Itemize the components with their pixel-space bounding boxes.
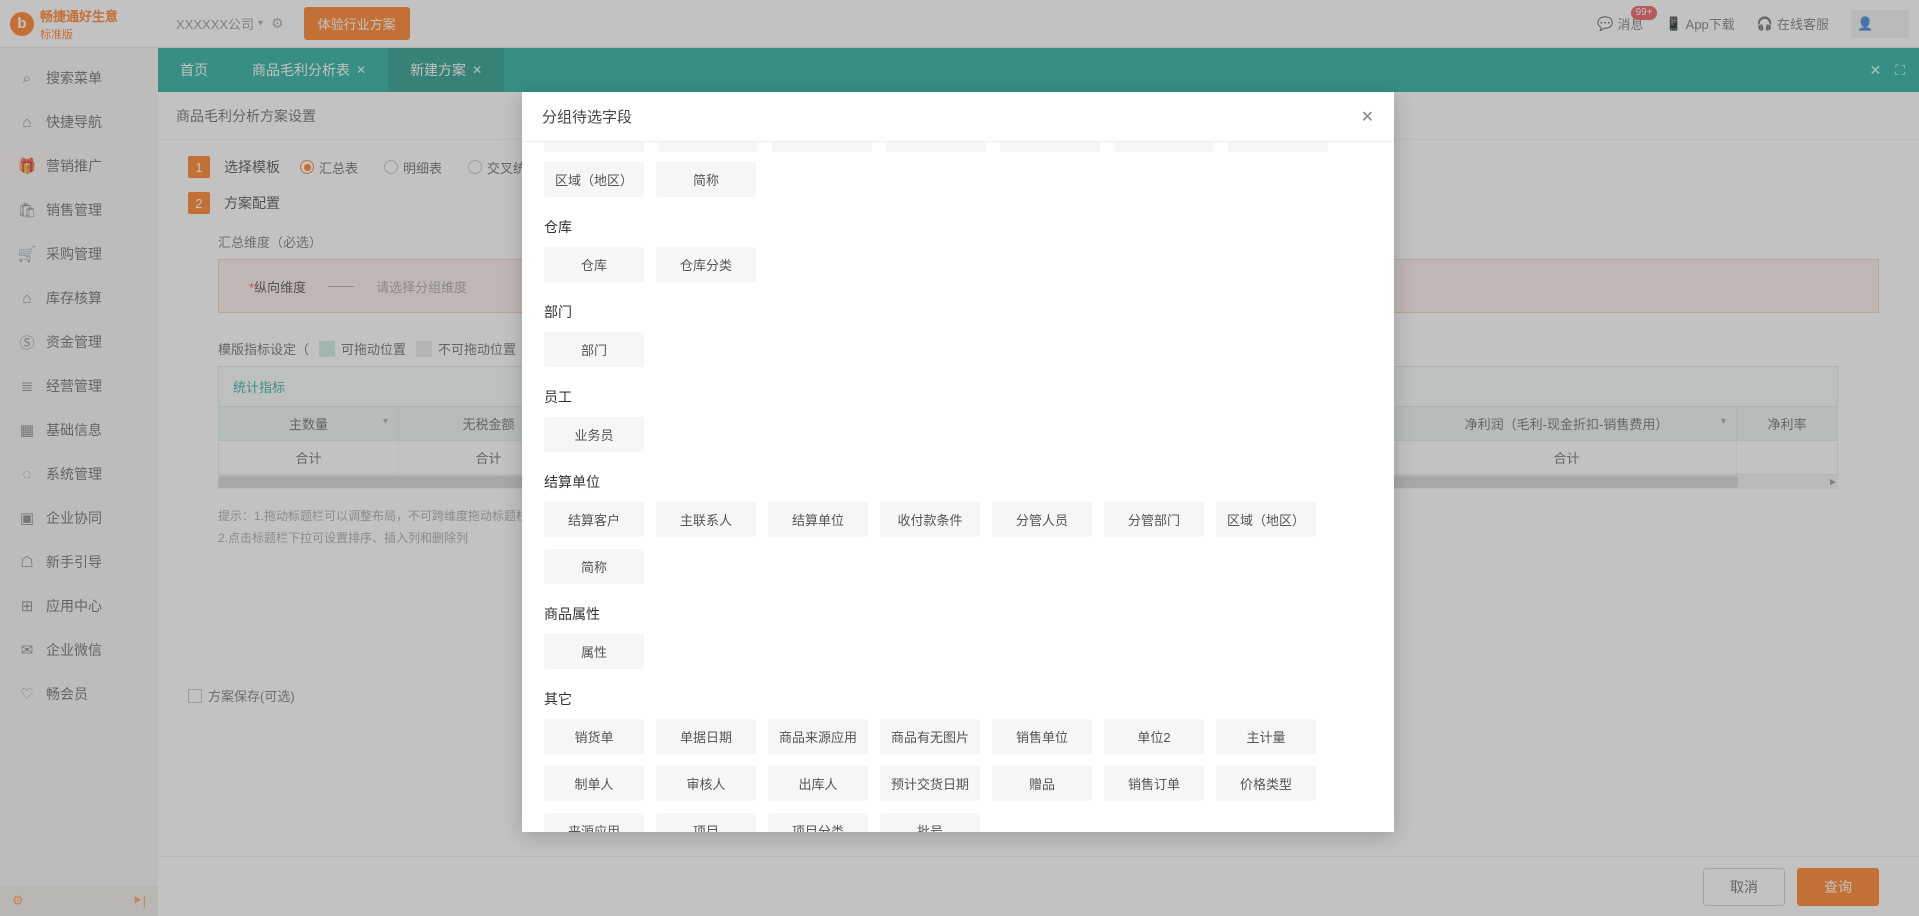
field-row: 销货单单据日期商品来源应用商品有无图片销售单位单位2 主计量制单人审核人出库人预计… [544, 719, 1372, 832]
modal-title: 分组待选字段 [542, 106, 632, 127]
field-option[interactable]: 区域（地区） [544, 162, 644, 197]
field-option[interactable]: 简称 [656, 162, 756, 197]
field-picker-modal: 分组待选字段 ✕ 户户分类分管部门分管人员主联系人主联系人往来单位 区域（地区）… [522, 92, 1394, 832]
field-option[interactable]: 主联系人 [656, 502, 756, 537]
field-option[interactable]: 销售订单 [1104, 766, 1204, 801]
field-option[interactable]: 预计交货日期 [880, 766, 980, 801]
field-option[interactable]: 赠品 [992, 766, 1092, 801]
field-option[interactable]: 结算客户 [544, 502, 644, 537]
field-row: 业务员 [544, 417, 1372, 452]
field-option[interactable]: 仓库分类 [656, 247, 756, 282]
field-option[interactable]: 仓库 [544, 247, 644, 282]
field-option[interactable]: 主联系人 [1000, 142, 1100, 152]
field-option[interactable]: 分管部门 [772, 142, 872, 152]
field-option[interactable]: 属性 [544, 634, 644, 669]
field-option[interactable]: 区域（地区） [1216, 502, 1316, 537]
modal-body: 户户分类分管部门分管人员主联系人主联系人往来单位 区域（地区）简称 仓库仓库仓库… [522, 142, 1394, 832]
field-option[interactable]: 单据日期 [656, 719, 756, 754]
field-group-title: 仓库 [544, 217, 1372, 237]
field-option[interactable]: 批号 [880, 813, 980, 832]
field-option[interactable]: 单位2 [1104, 719, 1204, 754]
field-group-title: 商品属性 [544, 604, 1372, 624]
field-option[interactable]: 销货单 [544, 719, 644, 754]
field-option[interactable]: 项目分类 [768, 813, 868, 832]
field-option[interactable]: 制单人 [544, 766, 644, 801]
field-option[interactable]: 部门 [544, 332, 644, 367]
field-option[interactable]: 商品来源应用 [768, 719, 868, 754]
field-option[interactable]: 分管部门 [1104, 502, 1204, 537]
field-option[interactable]: 户分类 [658, 142, 758, 152]
field-option[interactable]: 来源应用 [544, 813, 644, 832]
field-option[interactable]: 分管人员 [992, 502, 1092, 537]
field-option[interactable]: 项目 [656, 813, 756, 832]
field-option[interactable]: 收付款条件 [880, 502, 980, 537]
field-option[interactable]: 简称 [544, 549, 644, 584]
modal-header: 分组待选字段 ✕ [522, 92, 1394, 142]
field-group-title: 结算单位 [544, 472, 1372, 492]
field-row: 结算客户主联系人结算单位收付款条件分管人员分管部门区域（地区） 简称 [544, 502, 1372, 584]
field-option[interactable]: 审核人 [656, 766, 756, 801]
field-option[interactable]: 往来单位 [1228, 142, 1328, 152]
field-option[interactable]: 户 [544, 142, 644, 152]
field-option[interactable]: 出库人 [768, 766, 868, 801]
field-row: 部门 [544, 332, 1372, 367]
field-option[interactable]: 价格类型 [1216, 766, 1316, 801]
field-row: 区域（地区） 简称 [544, 162, 1372, 197]
field-option[interactable]: 商品有无图片 [880, 719, 980, 754]
close-icon[interactable]: ✕ [1361, 107, 1374, 127]
field-group-title: 其它 [544, 689, 1372, 709]
field-option[interactable]: 主联系人 [1114, 142, 1214, 152]
field-option[interactable]: 业务员 [544, 417, 644, 452]
field-row-partial: 户 户分类 分管部门 分管人员 主联系人 主联系人 往来单位 [544, 142, 1372, 152]
field-option[interactable]: 结算单位 [768, 502, 868, 537]
field-group-title: 部门 [544, 302, 1372, 322]
field-group-title: 员工 [544, 387, 1372, 407]
field-option[interactable]: 主计量 [1216, 719, 1316, 754]
field-row: 仓库仓库分类 [544, 247, 1372, 282]
field-option[interactable]: 销售单位 [992, 719, 1092, 754]
field-row: 属性 [544, 634, 1372, 669]
field-option[interactable]: 分管人员 [886, 142, 986, 152]
